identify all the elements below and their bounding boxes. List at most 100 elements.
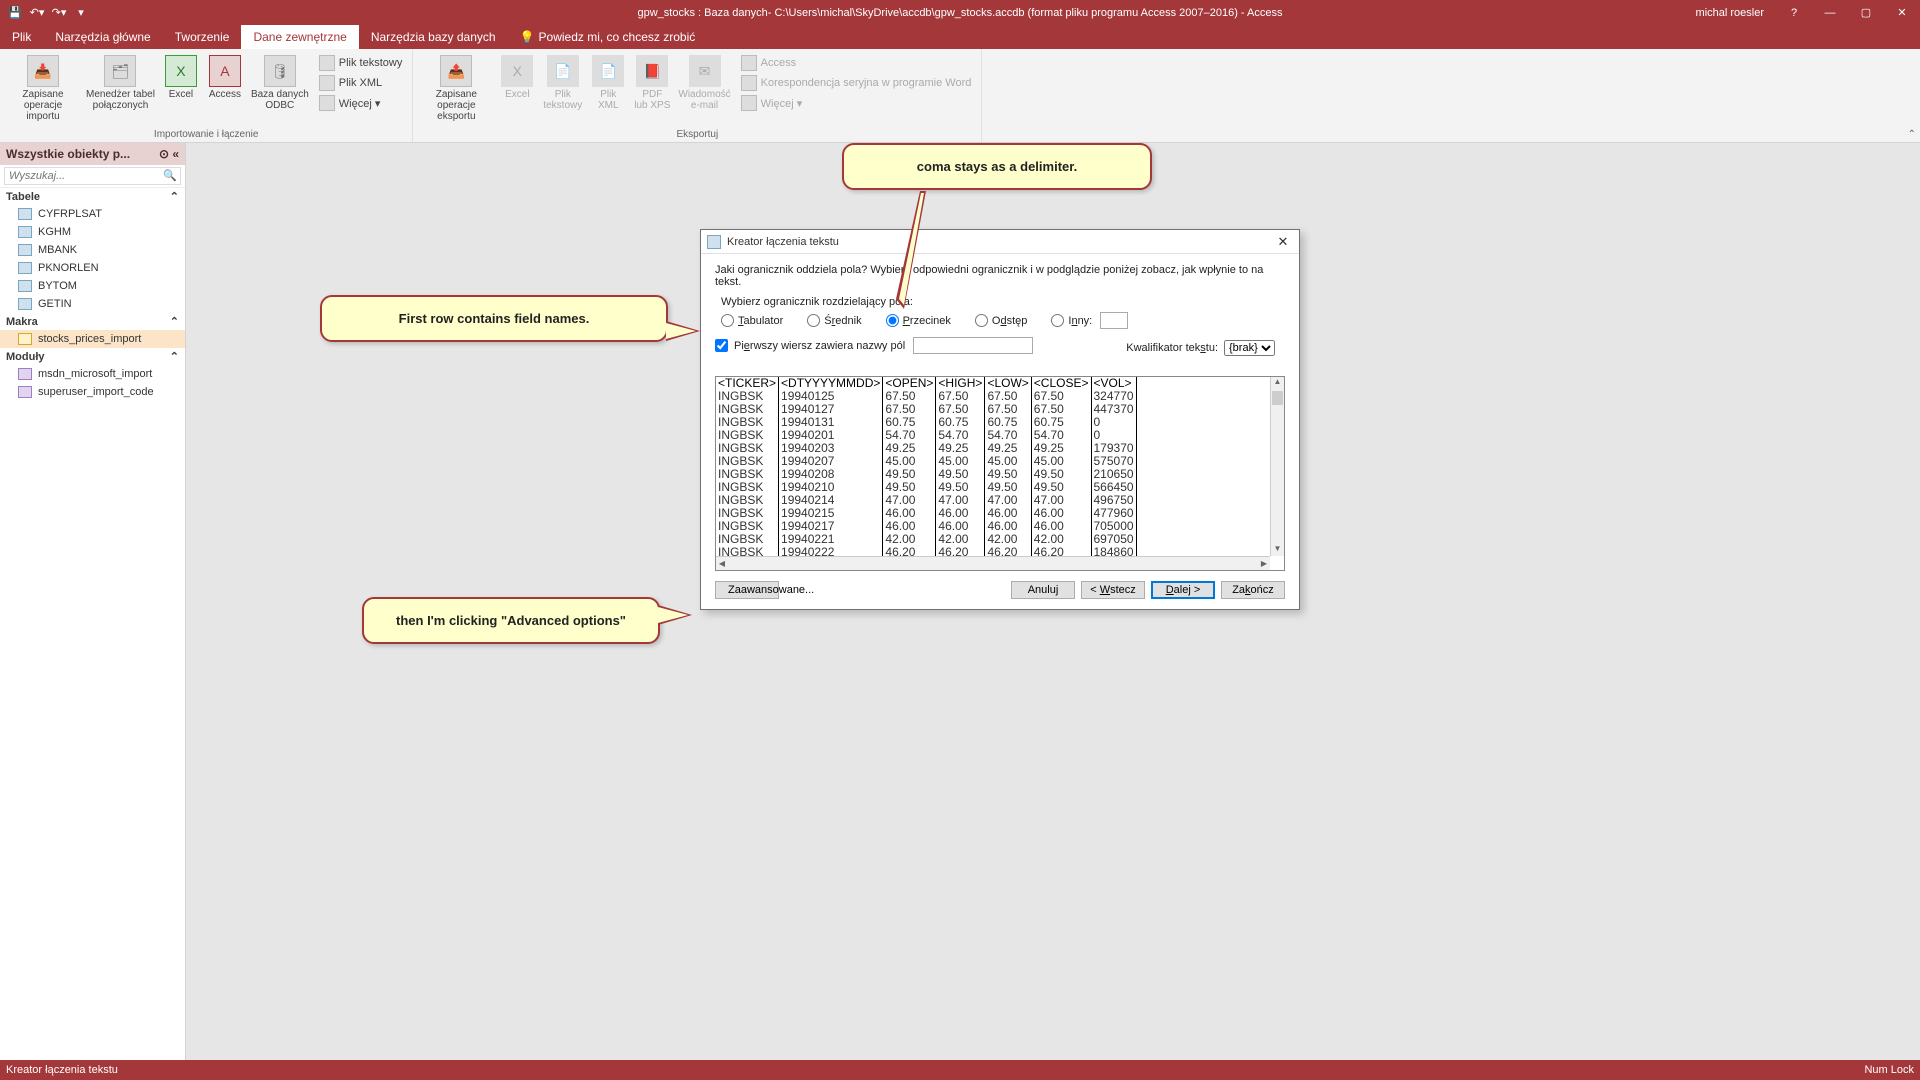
excel-icon: X bbox=[165, 55, 197, 87]
preview-cell: 46.20 bbox=[1031, 546, 1091, 556]
tab-dane-zewnetrzne[interactable]: Dane zewnętrzne bbox=[241, 25, 358, 49]
saved-exports-button[interactable]: 📤Zapisane operacje eksportu bbox=[417, 51, 495, 127]
preview-hscroll[interactable]: ◀ ▶ bbox=[716, 556, 1270, 570]
xml-export-icon: 📄 bbox=[592, 55, 624, 87]
table-icon bbox=[18, 244, 32, 256]
linked-table-manager-button[interactable]: 🗂Menedżer tabel połączonych bbox=[82, 51, 159, 127]
import-access-button[interactable]: AAccess bbox=[203, 51, 247, 127]
tab-tworzenie[interactable]: Tworzenie bbox=[163, 25, 242, 49]
nav-section-modules[interactable]: Moduły⌃ bbox=[0, 348, 185, 365]
dialog-titlebar[interactable]: Kreator łączenia tekstu ✕ bbox=[701, 230, 1299, 254]
export-pdf-button[interactable]: 📕PDF lub XPS bbox=[630, 51, 674, 127]
nav-table-item[interactable]: KGHM bbox=[0, 223, 185, 241]
import-excel-button[interactable]: XExcel bbox=[159, 51, 203, 127]
radio-other[interactable]: Inny: bbox=[1051, 312, 1128, 329]
search-icon[interactable]: 🔍 bbox=[163, 169, 177, 182]
dialog-close-icon[interactable]: ✕ bbox=[1273, 234, 1293, 250]
first-row-ext-input[interactable] bbox=[913, 337, 1033, 354]
nav-header[interactable]: Wszystkie obiekty p... ⊙ « bbox=[0, 143, 185, 165]
nav-table-item[interactable]: PKNORLEN bbox=[0, 259, 185, 277]
collapse-ribbon-icon[interactable]: ⌃ bbox=[1908, 129, 1916, 140]
export-xml-button[interactable]: 📄Plik XML bbox=[586, 51, 630, 127]
chevron-up-icon: ⌃ bbox=[170, 190, 179, 203]
workspace: Wszystkie obiekty p... ⊙ « 🔍 Tabele⌃ CYFR… bbox=[0, 143, 1920, 1060]
maximize-icon[interactable]: ▢ bbox=[1848, 0, 1884, 25]
other-delim-input[interactable] bbox=[1100, 312, 1128, 329]
callout-adv-tail bbox=[658, 605, 692, 625]
preview-vscroll[interactable]: ▲ ▼ bbox=[1270, 377, 1284, 556]
help-icon[interactable]: ? bbox=[1776, 0, 1812, 25]
callout-adv-text: then I'm clicking "Advanced options" bbox=[396, 613, 626, 628]
user-name[interactable]: michal roesler bbox=[1684, 7, 1776, 19]
radio-comma[interactable]: Przecinek bbox=[886, 314, 951, 327]
scroll-up-icon[interactable]: ▲ bbox=[1271, 377, 1284, 389]
callout-advanced: then I'm clicking "Advanced options" bbox=[362, 597, 660, 644]
export-email-button[interactable]: ✉Wiadomość e-mail bbox=[674, 51, 734, 127]
nav-table-item[interactable]: BYTOM bbox=[0, 277, 185, 295]
export-excel-button[interactable]: XExcel bbox=[495, 51, 539, 127]
export-access-button[interactable]: Access bbox=[737, 53, 976, 73]
nav-search-input[interactable] bbox=[4, 167, 181, 185]
undo-icon[interactable]: ↶▾ bbox=[28, 4, 46, 22]
nav-module-item[interactable]: superuser_import_code bbox=[0, 383, 185, 401]
status-bar: Kreator łączenia tekstu Num Lock bbox=[0, 1060, 1920, 1080]
callout-first-text: First row contains field names. bbox=[399, 311, 590, 326]
chevron-up-icon: ⌃ bbox=[170, 350, 179, 363]
word-icon bbox=[741, 75, 757, 91]
advanced-button[interactable]: Zaawansowane... bbox=[715, 581, 779, 599]
tell-me-search[interactable]: 💡Powiedz mi, co chcesz zrobić bbox=[508, 25, 708, 49]
import-xml-button[interactable]: Plik XML bbox=[315, 73, 407, 93]
export-more-button[interactable]: Więcej ▾ bbox=[737, 93, 976, 113]
saved-exports-icon: 📤 bbox=[440, 55, 472, 87]
odbc-icon: 🛢 bbox=[264, 55, 296, 87]
redo-icon[interactable]: ↷▾ bbox=[50, 4, 68, 22]
qa-customize-icon[interactable]: ▾ bbox=[72, 4, 90, 22]
saved-imports-button[interactable]: 📥Zapisane operacje importu bbox=[4, 51, 82, 127]
dialog-instruction: Jaki ogranicznik oddziela pola? Wybierz … bbox=[715, 264, 1285, 288]
tell-me-label: Powiedz mi, co chcesz zrobić bbox=[539, 30, 696, 44]
first-row-checkbox[interactable] bbox=[715, 339, 728, 352]
radio-semicolon[interactable]: Średnik bbox=[807, 314, 861, 327]
import-more-button[interactable]: Więcej ▾ bbox=[315, 93, 407, 113]
radio-space[interactable]: Odstęp bbox=[975, 314, 1027, 327]
nav-section-macros[interactable]: Makra⌃ bbox=[0, 313, 185, 330]
scroll-left-icon[interactable]: ◀ bbox=[716, 557, 728, 570]
radio-tab[interactable]: Tabulator bbox=[721, 314, 783, 327]
vscroll-thumb[interactable] bbox=[1272, 391, 1283, 405]
export-text-button[interactable]: 📄Plik tekstowy bbox=[539, 51, 586, 127]
minimize-icon[interactable]: — bbox=[1812, 0, 1848, 25]
title-bar: 💾 ↶▾ ↷▾ ▾ gpw_stocks : Baza danych- C:\U… bbox=[0, 0, 1920, 25]
next-button[interactable]: Dalej > bbox=[1151, 581, 1215, 599]
quick-access: 💾 ↶▾ ↷▾ ▾ bbox=[0, 4, 96, 22]
xml-file-icon bbox=[319, 75, 335, 91]
text-export-icon: 📄 bbox=[547, 55, 579, 87]
import-text-button[interactable]: Plik tekstowy bbox=[315, 53, 407, 73]
scroll-right-icon[interactable]: ▶ bbox=[1258, 557, 1270, 570]
nav-module-item[interactable]: msdn_microsoft_import bbox=[0, 365, 185, 383]
tab-narzedzia-glowne[interactable]: Narzędzia główne bbox=[43, 25, 162, 49]
text-qualifier-select[interactable]: {brak} bbox=[1224, 340, 1275, 356]
nav-table-item[interactable]: GETIN bbox=[0, 295, 185, 313]
more-icon bbox=[319, 95, 335, 111]
nav-macro-item[interactable]: stocks_prices_import bbox=[0, 330, 185, 348]
nav-table-item[interactable]: CYFRPLSAT bbox=[0, 205, 185, 223]
callout-comma: coma stays as a delimiter. bbox=[842, 143, 1152, 190]
nav-collapse-icon[interactable]: ⊙ « bbox=[159, 147, 179, 161]
back-button[interactable]: < Wstecz bbox=[1081, 581, 1145, 599]
tab-plik[interactable]: Plik bbox=[0, 25, 43, 49]
finish-button[interactable]: Zakończ bbox=[1221, 581, 1285, 599]
ribbon-group-export: 📤Zapisane operacje eksportu XExcel 📄Plik… bbox=[413, 49, 982, 142]
module-icon bbox=[18, 368, 32, 380]
nav-table-item[interactable]: MBANK bbox=[0, 241, 185, 259]
scroll-down-icon[interactable]: ▼ bbox=[1271, 544, 1284, 556]
save-icon[interactable]: 💾 bbox=[6, 4, 24, 22]
close-icon[interactable]: ✕ bbox=[1884, 0, 1920, 25]
cancel-button[interactable]: Anuluj bbox=[1011, 581, 1075, 599]
export-word-button[interactable]: Korespondencja seryjna w programie Word bbox=[737, 73, 976, 93]
tab-narzedzia-bazy[interactable]: Narzędzia bazy danych bbox=[359, 25, 508, 49]
chevron-up-icon: ⌃ bbox=[170, 315, 179, 328]
odbc-button[interactable]: 🛢Baza danych ODBC bbox=[247, 51, 313, 127]
nav-section-tables[interactable]: Tabele⌃ bbox=[0, 188, 185, 205]
preview-cell: 19940222 bbox=[779, 546, 883, 556]
nav-header-label: Wszystkie obiekty p... bbox=[6, 147, 130, 161]
